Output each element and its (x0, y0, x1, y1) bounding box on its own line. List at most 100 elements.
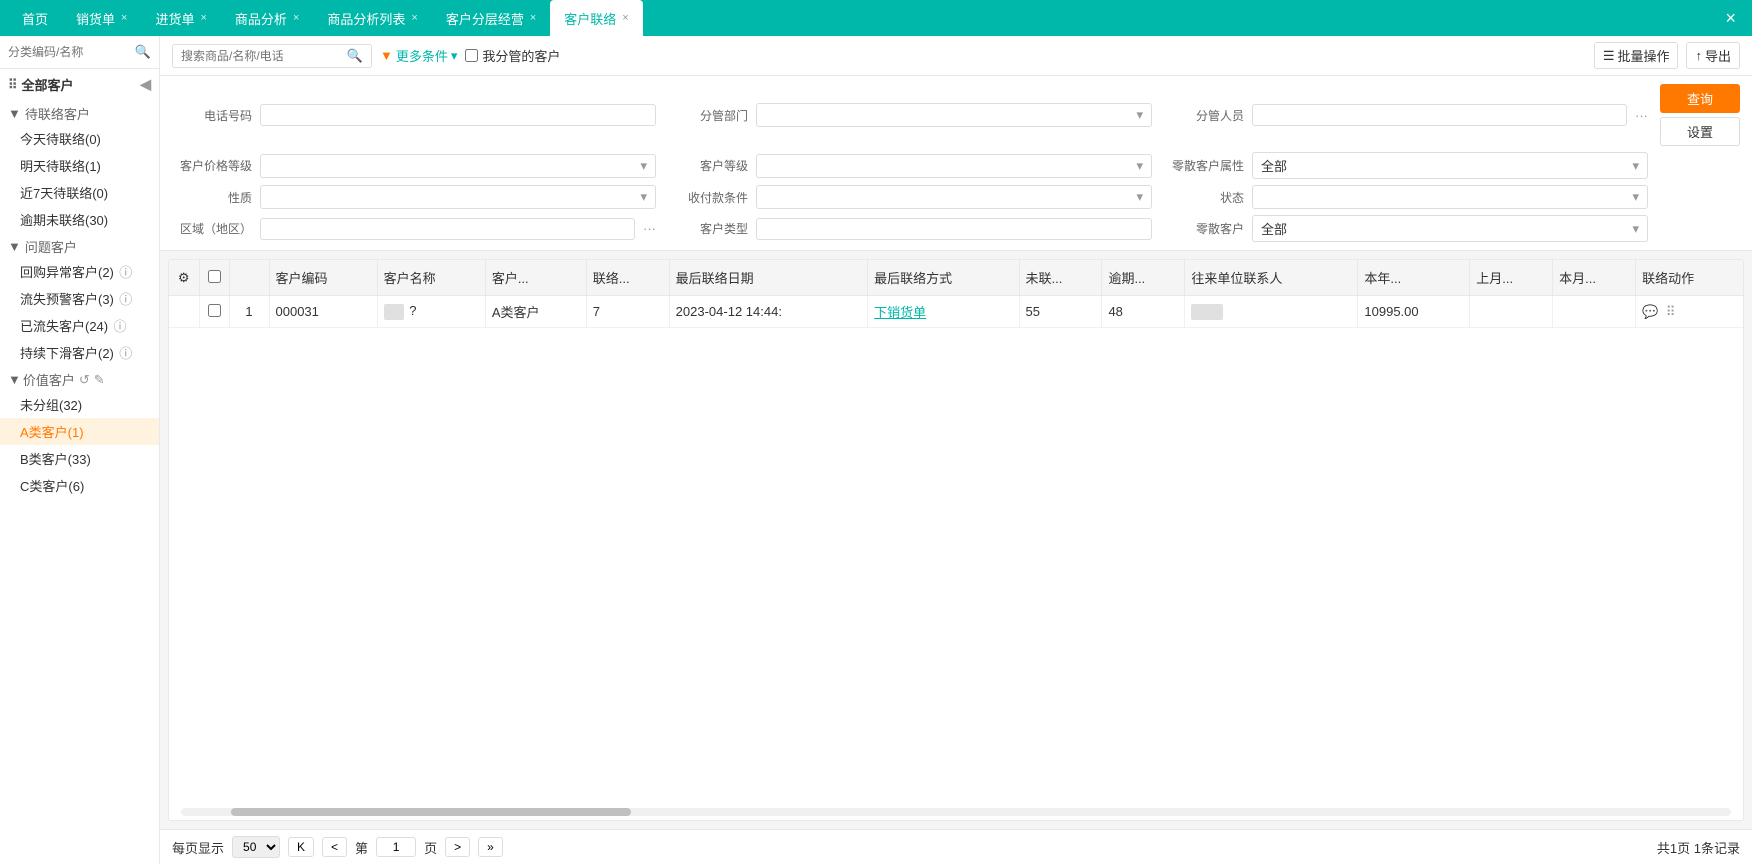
col-year-amount: 本年... (1358, 260, 1470, 296)
sidebar-item-today[interactable]: 今天待联络(0) (0, 125, 159, 152)
batch-operation-button[interactable]: ☰ 批量操作 (1594, 42, 1679, 69)
sidebar-item-7days[interactable]: 近7天待联络(0) (0, 179, 159, 206)
sidebar-collapse-button[interactable]: ◀ (140, 76, 151, 93)
retail-caret: ▾ (1632, 158, 1639, 174)
row-action-icons: 💬 ⠿ (1636, 296, 1743, 328)
manager-input[interactable] (1252, 104, 1627, 126)
close-customer-contact[interactable]: × (622, 12, 628, 24)
last-page-button[interactable]: » (478, 837, 503, 857)
sidebar-search-icon[interactable]: 🔍 (135, 44, 151, 60)
nav-customer-tier[interactable]: 客户分层经营 × (432, 0, 550, 36)
search-icon[interactable]: 🔍 (347, 48, 363, 64)
sidebar-item-churn-warning[interactable]: 流失预警客户(3) ⓘ (0, 285, 159, 312)
close-all-tabs[interactable]: × (1717, 8, 1744, 29)
info-icon-3: ⓘ (113, 319, 126, 334)
col-action: 联络动作 (1636, 260, 1743, 296)
search-input[interactable] (181, 49, 347, 63)
sidebar-item-a-class[interactable]: A类客户(1) (0, 418, 159, 445)
sidebar-item-tomorrow[interactable]: 明天待联络(1) (0, 152, 159, 179)
row-last-method[interactable]: 下销货单 (868, 296, 1019, 328)
filter-icon: ▼ (380, 48, 393, 63)
nav-sales-order[interactable]: 销货单 × (62, 0, 141, 36)
retail2-caret: ▾ (1632, 221, 1639, 237)
more-action-icon[interactable]: ⠿ (1666, 304, 1676, 319)
sidebar-item-overdue[interactable]: 逾期未联络(30) (0, 206, 159, 233)
my-customers-check-input[interactable] (465, 49, 478, 62)
phone-input[interactable] (260, 104, 656, 126)
page-number-input[interactable] (376, 837, 416, 857)
toolbar: 🔍 ▼ 更多条件 ▾ 我分管的客户 ☰ 批量操作 ↑ 导出 (160, 36, 1752, 76)
row-check-input[interactable] (208, 304, 221, 317)
sidebar-item-ungrouped[interactable]: 未分组(32) (0, 391, 159, 418)
close-sales-order[interactable]: × (121, 12, 127, 24)
settings-button[interactable]: 设置 (1660, 117, 1740, 146)
scrollbar-thumb[interactable] (231, 808, 631, 816)
refresh-icon[interactable]: ↺ (79, 372, 90, 388)
dept-select[interactable]: ▾ (756, 103, 1152, 127)
content-area: 🔍 ▼ 更多条件 ▾ 我分管的客户 ☰ 批量操作 ↑ 导出 (160, 36, 1752, 864)
caret-icon: ▾ (451, 48, 458, 64)
close-purchase-order[interactable]: × (200, 12, 206, 24)
contact-icon[interactable]: 💬 (1642, 304, 1658, 319)
payment-select[interactable]: ▾ (756, 185, 1152, 209)
dept-caret: ▾ (1136, 107, 1143, 123)
filter-phone: 电话号码 (172, 104, 668, 126)
manager-dots-btn[interactable]: ··· (1635, 108, 1648, 123)
col-not-contact: 未联... (1019, 260, 1102, 296)
export-button[interactable]: ↑ 导出 (1686, 42, 1740, 69)
table-header-row: ⚙ 客户编码 客户名称 客户... 联络... 最后联络日期 最后联络方式 未联… (169, 260, 1743, 296)
check-all-input[interactable] (208, 270, 221, 283)
batch-icon: ☰ (1603, 48, 1615, 64)
sidebar-item-c-class[interactable]: C类客户(6) (0, 472, 159, 499)
pending-contact-group[interactable]: ▼ 待联络客户 (0, 100, 159, 125)
price-grade-select[interactable]: ▾ (260, 154, 656, 178)
retail-customer-select[interactable]: 全部 ▾ (1252, 215, 1648, 242)
nav-customer-contact[interactable]: 客户联络 × (550, 0, 642, 36)
customer-grade-select[interactable]: ▾ (756, 154, 1152, 178)
edit-icon[interactable]: ✎ (94, 372, 105, 388)
horizontal-scrollbar[interactable] (181, 808, 1731, 816)
sidebar-item-repurchase-abnormal[interactable]: 回购异常客户(2) ⓘ (0, 258, 159, 285)
nature-select[interactable]: ▾ (260, 185, 656, 209)
sidebar-search-input[interactable] (8, 45, 135, 59)
col-contact-count: 联络... (586, 260, 669, 296)
col-last-month: 上月... (1470, 260, 1553, 296)
col-setting[interactable]: ⚙ (169, 260, 199, 296)
expand-icon-2: ▼ (8, 239, 21, 254)
col-last-method: 最后联络方式 (868, 260, 1019, 296)
customer-type-input[interactable] (756, 218, 1152, 240)
sidebar-item-b-class[interactable]: B类客户(33) (0, 445, 159, 472)
close-customer-tier[interactable]: × (530, 12, 536, 24)
retail-attr-select[interactable]: 全部 ▾ (1252, 152, 1648, 179)
region-dots-btn[interactable]: ··· (643, 221, 656, 236)
col-customer-code: 客户编码 (269, 260, 377, 296)
sidebar-item-churned[interactable]: 已流失客户(24) ⓘ (0, 312, 159, 339)
nav-home[interactable]: 首页 (8, 0, 62, 36)
next-page-button[interactable]: > (445, 837, 470, 857)
nav-purchase-order[interactable]: 进货单 × (141, 0, 220, 36)
my-customers-checkbox[interactable]: 我分管的客户 (465, 46, 560, 65)
more-filter-button[interactable]: ▼ 更多条件 ▾ (380, 46, 457, 65)
nav-product-analysis-list[interactable]: 商品分析列表 × (313, 0, 431, 36)
problem-customers-group[interactable]: ▼ 问题客户 (0, 233, 159, 258)
col-last-date: 最后联络日期 (669, 260, 867, 296)
filter-price-grade: 客户价格等级 ▾ (172, 154, 668, 178)
query-button[interactable]: 查询 (1660, 84, 1740, 113)
region-input[interactable] (260, 218, 635, 240)
page-size-select[interactable]: 50 (232, 836, 280, 858)
close-product-analysis-list[interactable]: × (411, 12, 417, 24)
prev-page-button[interactable]: < (322, 837, 347, 857)
row-check[interactable] (199, 296, 229, 328)
col-overdue: 逾期... (1102, 260, 1185, 296)
all-customers-header[interactable]: ⠿ 全部客户 ◀ (0, 69, 159, 100)
close-product-analysis[interactable]: × (293, 12, 299, 24)
status-select[interactable]: ▾ (1252, 185, 1648, 209)
filter-region: 区域（地区） ··· (172, 218, 668, 240)
sidebar-item-declining[interactable]: 持续下滑客户(2) ⓘ (0, 339, 159, 366)
sidebar: 🔍 ⠿ 全部客户 ◀ ▼ 待联络客户 今天待联络(0) 明天待联络(1) 近7天… (0, 36, 160, 864)
nav-product-analysis[interactable]: 商品分析 × (221, 0, 313, 36)
row-not-contact: 55 (1019, 296, 1102, 328)
first-page-button[interactable]: K (288, 837, 314, 857)
filter-nature: 性质 ▾ (172, 185, 668, 209)
col-check-all[interactable] (199, 260, 229, 296)
